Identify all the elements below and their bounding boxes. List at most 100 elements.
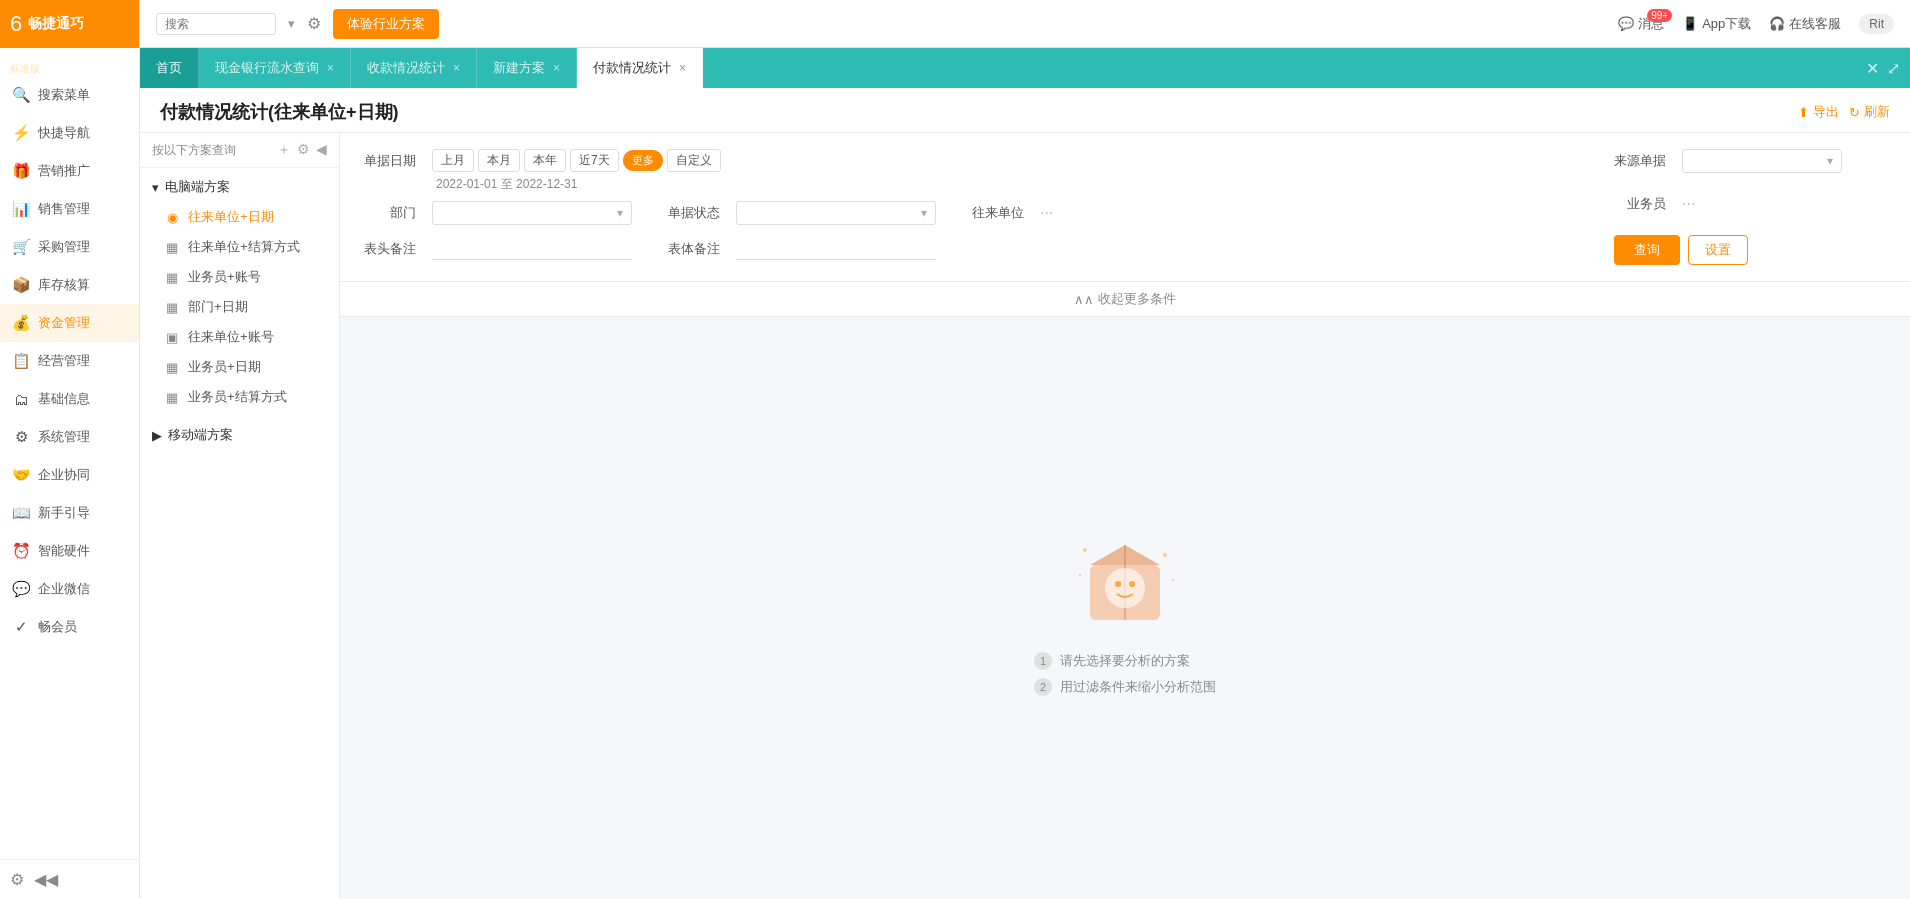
book-icon: 📖 [12, 504, 30, 522]
sidebar-item-label: 系统管理 [38, 428, 90, 446]
partner-select-dots[interactable]: ··· [1040, 204, 1053, 222]
sidebar-item-basic[interactable]: 🗂 基础信息 [0, 380, 139, 418]
this-month-btn[interactable]: 本月 [478, 149, 520, 172]
export-icon: ⬆ [1798, 105, 1809, 120]
schema-icon: ▦ [164, 299, 180, 315]
schema-item-salesman-settlement[interactable]: ▦ 业务员+结算方式 [140, 382, 339, 412]
cash-flow-tab-label: 现金银行流水查询 [215, 59, 319, 77]
doc-status-select[interactable]: ▾ [736, 201, 936, 225]
dept-filter-label: 部门 [360, 204, 416, 222]
tab-cash-flow[interactable]: 现金银行流水查询 × [199, 48, 351, 88]
source-filter-label: 来源单据 [1610, 152, 1666, 170]
left-panel-actions: ＋ ⚙ ◀ [277, 141, 327, 159]
source-select[interactable]: ▾ [1682, 149, 1842, 173]
desktop-group-arrow-icon: ▾ [152, 180, 159, 195]
settings-schema-btn[interactable]: ⚙ [297, 141, 310, 159]
tab-new-plan[interactable]: 新建方案 × [477, 48, 577, 88]
body-note-input[interactable] [736, 237, 936, 260]
more-dates-btn[interactable]: 更多 [623, 150, 663, 171]
svg-point-9 [1172, 579, 1175, 582]
sidebar-item-inventory[interactable]: 📦 库存核算 [0, 266, 139, 304]
sidebar-item-corp[interactable]: 🤝 企业协同 [0, 456, 139, 494]
refresh-btn[interactable]: ↻ 刷新 [1849, 103, 1890, 121]
sidebar-item-system[interactable]: ⚙ 系统管理 [0, 418, 139, 456]
lightning-icon: ⚡ [12, 124, 30, 142]
dropdown-arrow-icon[interactable]: ▾ [288, 16, 295, 31]
mobile-group-arrow-icon: ▶ [152, 428, 162, 443]
tab-home[interactable]: 首页 [140, 48, 199, 88]
this-year-btn[interactable]: 本年 [524, 149, 566, 172]
left-panel: 按以下方案查询 ＋ ⚙ ◀ ▾ 电脑端方案 ◉ 往来单位+日期 [140, 133, 340, 899]
add-schema-btn[interactable]: ＋ [277, 141, 291, 159]
sidebar-item-guide[interactable]: 📖 新手引导 [0, 494, 139, 532]
tab-payments[interactable]: 付款情况统计 × [577, 48, 703, 88]
collapse-more-bar[interactable]: ∧∧ 收起更多条件 [340, 282, 1910, 317]
tab-close-payments[interactable]: × [679, 61, 686, 75]
sidebar-item-weixin[interactable]: 💬 企业微信 [0, 570, 139, 608]
settings-icon[interactable]: ⚙ [307, 14, 321, 33]
dept-select[interactable]: ▾ [432, 201, 632, 225]
schema-item-label: 往来单位+结算方式 [188, 238, 300, 256]
schema-item-label: 业务员+结算方式 [188, 388, 287, 406]
schema-item-dept-date[interactable]: ▦ 部门+日期 [140, 292, 339, 322]
trial-btn[interactable]: 体验行业方案 [333, 9, 439, 39]
salesman-select-dots[interactable]: ··· [1682, 195, 1695, 213]
clock-icon: ⏰ [12, 542, 30, 560]
sidebar-item-ops[interactable]: 📋 经营管理 [0, 342, 139, 380]
topbar-logo [156, 13, 276, 35]
message-icon: 💬 [1618, 16, 1634, 31]
hint-1-text: 请先选择要分析的方案 [1060, 652, 1190, 670]
schema-item-unit-settlement[interactable]: ▦ 往来单位+结算方式 [140, 232, 339, 262]
settings-footer-btn[interactable]: ⚙ [10, 870, 24, 889]
maximize-btn[interactable]: ⤢ [1887, 59, 1900, 78]
schema-item-salesman-account[interactable]: ▦ 业务员+账号 [140, 262, 339, 292]
sidebar-item-sales[interactable]: 📊 销售管理 [0, 190, 139, 228]
app-download-btn[interactable]: 📱 App下载 [1682, 15, 1751, 33]
topbar-search-input[interactable] [156, 13, 276, 35]
sidebar-item-label: 资金管理 [38, 314, 90, 332]
date-filter-label: 单据日期 [360, 152, 416, 170]
desktop-group-header[interactable]: ▾ 电脑端方案 [140, 172, 339, 202]
tab-receipts[interactable]: 收款情况统计 × [351, 48, 477, 88]
last-7days-btn[interactable]: 近7天 [570, 149, 619, 172]
schema-item-salesman-date[interactable]: ▦ 业务员+日期 [140, 352, 339, 382]
schema-item-unit-date[interactable]: ◉ 往来单位+日期 [140, 202, 339, 232]
cart-icon: 🛒 [12, 238, 30, 256]
sidebar-item-search[interactable]: 🔍 搜索菜单 [0, 76, 139, 114]
custom-date-btn[interactable]: 自定义 [667, 149, 721, 172]
body-layout: 按以下方案查询 ＋ ⚙ ◀ ▾ 电脑端方案 ◉ 往来单位+日期 [140, 133, 1910, 899]
content-area: 付款情况统计(往来单位+日期) ⬆ 导出 ↻ 刷新 按以下方案查询 ＋ [140, 88, 1910, 899]
tab-close-cash-flow[interactable]: × [327, 61, 334, 75]
last-month-btn[interactable]: 上月 [432, 149, 474, 172]
notifications-btn[interactable]: 💬 消息 99+ [1618, 15, 1664, 33]
active-schema-icon: ◉ [164, 209, 180, 225]
mobile-schema-group: ▶ 移动端方案 [140, 416, 339, 454]
filter-settings-btn[interactable]: 设置 [1688, 235, 1748, 265]
filter-row-salesman: 业务员 ··· [1610, 195, 1890, 213]
collapse-sidebar-btn[interactable]: ◀◀ [34, 870, 58, 889]
dept-dropdown-icon: ▾ [617, 206, 623, 220]
collapse-left-panel-btn[interactable]: ◀ [316, 141, 327, 159]
sidebar-item-finance[interactable]: 💰 资金管理 [0, 304, 139, 342]
export-btn[interactable]: ⬆ 导出 [1798, 103, 1839, 121]
header-note-input[interactable] [432, 237, 632, 260]
sidebar-item-member[interactable]: ✓ 畅会员 [0, 608, 139, 646]
sidebar-item-hardware[interactable]: ⏰ 智能硬件 [0, 532, 139, 570]
query-btn[interactable]: 查询 [1614, 235, 1680, 265]
user-menu-btn[interactable]: Rit [1859, 14, 1894, 34]
sidebar-item-quick-nav[interactable]: ⚡ 快捷导航 [0, 114, 139, 152]
sidebar-item-purchase[interactable]: 🛒 采购管理 [0, 228, 139, 266]
schema-item-label: 部门+日期 [188, 298, 248, 316]
sidebar-item-marketing[interactable]: 🎁 营销推广 [0, 152, 139, 190]
home-tab-label: 首页 [156, 59, 182, 77]
schema-item-unit-account[interactable]: ▣ 往来单位+账号 [140, 322, 339, 352]
close-all-tabs-btn[interactable]: ✕ [1866, 59, 1879, 78]
salesman-filter-label: 业务员 [1610, 195, 1666, 213]
online-service-btn[interactable]: 🎧 在线客服 [1769, 15, 1841, 33]
tab-close-new-plan[interactable]: × [553, 61, 560, 75]
mobile-group-header[interactable]: ▶ 移动端方案 [140, 420, 339, 450]
tab-close-receipts[interactable]: × [453, 61, 460, 75]
sidebar-header: 6 畅捷通巧 [0, 0, 139, 48]
empty-hint-1: 1 请先选择要分析的方案 [1034, 652, 1216, 670]
sidebar-item-label: 快捷导航 [38, 124, 90, 142]
